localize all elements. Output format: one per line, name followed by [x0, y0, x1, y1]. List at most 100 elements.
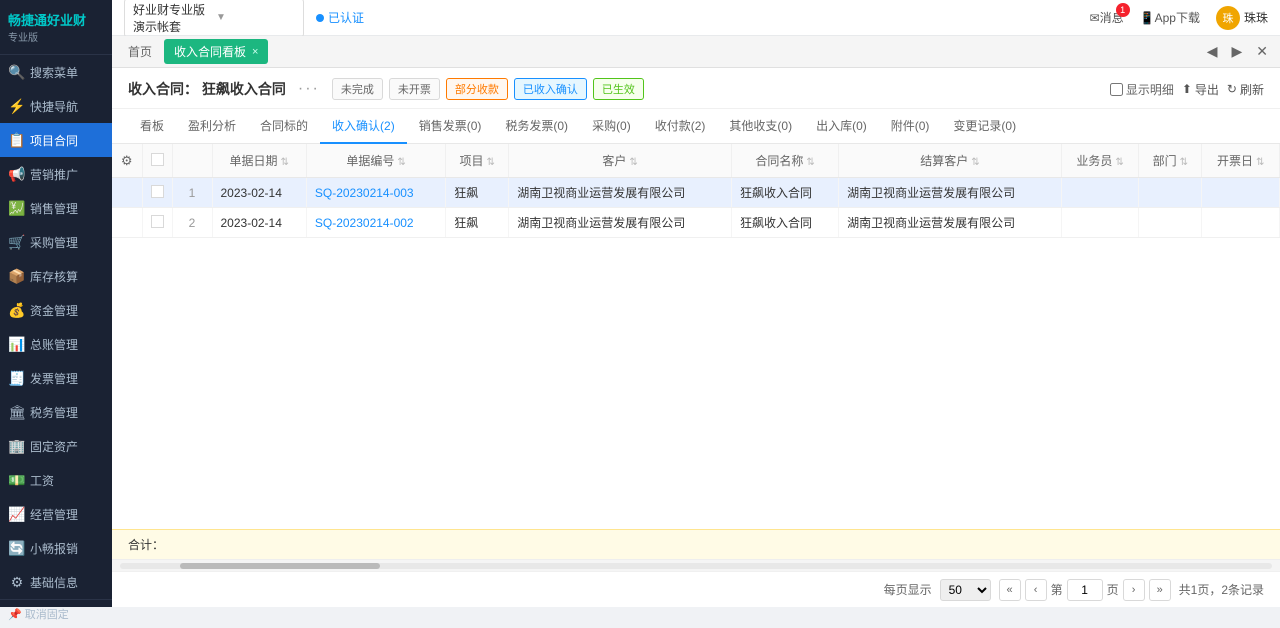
sidebar-item-0[interactable]: 🔍搜索菜单 [0, 55, 112, 89]
export-label: 导出 [1195, 81, 1219, 98]
pagination: 每页显示 2050100 « ‹ 第 页 › » 共1页，2条记录 [112, 571, 1280, 607]
sidebar-icon-9: 🧾 [8, 369, 26, 387]
show-detail-checkbox[interactable]: 显示明细 [1110, 81, 1174, 98]
current-page-input[interactable] [1067, 579, 1103, 601]
tab-home[interactable]: 首页 [120, 39, 160, 64]
sidebar-item-8[interactable]: 📊总账管理 [0, 327, 112, 361]
nav-prev-icon[interactable]: ◀ [1203, 41, 1222, 62]
show-detail-input[interactable] [1110, 83, 1123, 96]
sort-contractname-icon[interactable]: ⇅ [806, 157, 814, 168]
row-checkbox-0[interactable] [142, 178, 172, 208]
status-uninvoiced[interactable]: 未开票 [389, 78, 440, 100]
sidebar-label-2: 项目合同 [30, 132, 78, 149]
tab-home-label: 首页 [128, 45, 152, 59]
pagination-controls: « ‹ 第 页 › » [999, 579, 1171, 601]
sidebar-label-1: 快捷导航 [30, 98, 78, 115]
prev-page-button[interactable]: ‹ [1025, 579, 1047, 601]
row-checkbox-1[interactable] [142, 208, 172, 238]
main-area: 好业财专业版演示帐套 ▼ 已认证 ✉ 消息 1 📱 App下载 珠 珠珠 [112, 0, 1280, 607]
tab-income-contract[interactable]: 收入合同看板 × [164, 39, 268, 64]
sidebar-item-4[interactable]: 💹销售管理 [0, 191, 112, 225]
select-all-checkbox[interactable] [151, 153, 164, 166]
sidebar-item-12[interactable]: 💵工资 [0, 463, 112, 497]
sidebar-label-13: 经营管理 [30, 506, 78, 523]
sort-salesperson-icon[interactable]: ⇅ [1115, 157, 1123, 168]
sub-tab-9[interactable]: 出入库(0) [804, 109, 879, 144]
status-effective[interactable]: 已生效 [593, 78, 644, 100]
sort-project-icon[interactable]: ⇅ [487, 157, 495, 168]
sub-tab-5[interactable]: 税务发票(0) [493, 109, 580, 144]
table-row[interactable]: 2 2023-02-14 SQ-20230214-002 狂飙 湖南卫视商业运营… [112, 208, 1280, 238]
status-partial[interactable]: 部分收款 [446, 78, 508, 100]
row-contractname-1: 狂飙收入合同 [731, 208, 838, 238]
row-orderno-1[interactable]: SQ-20230214-002 [306, 208, 445, 238]
row-opendate-0 [1202, 178, 1280, 208]
row-date-1: 2023-02-14 [212, 208, 306, 238]
app-selector[interactable]: 好业财专业版演示帐套 ▼ [124, 0, 304, 38]
row-contractname-0: 狂飙收入合同 [731, 178, 838, 208]
row-checkbox-input-1[interactable] [151, 215, 164, 228]
sidebar-item-9[interactable]: 🧾发票管理 [0, 361, 112, 395]
first-page-button[interactable]: « [999, 579, 1021, 601]
app-subtitle: 专业版 [8, 29, 104, 44]
row-setting-0 [112, 178, 142, 208]
nav-next-icon[interactable]: ▶ [1227, 41, 1246, 62]
sidebar-item-6[interactable]: 📦库存核算 [0, 259, 112, 293]
th-settle-customer: 结算客户⇅ [839, 144, 1062, 178]
status-confirmed[interactable]: 已收入确认 [514, 78, 587, 100]
sidebar-item-14[interactable]: 🔄小畅报销 [0, 531, 112, 565]
more-actions-button[interactable]: ··· [298, 80, 320, 98]
sidebar-item-1[interactable]: ⚡快捷导航 [0, 89, 112, 123]
sub-tab-1[interactable]: 盈利分析 [176, 109, 248, 144]
nav-close-icon[interactable]: ✕ [1252, 41, 1272, 62]
gear-icon[interactable]: ⚙ [121, 153, 133, 168]
row-orderno-0[interactable]: SQ-20230214-003 [306, 178, 445, 208]
unpin-button[interactable]: 📌 取消固定 [0, 599, 112, 628]
last-page-button[interactable]: » [1149, 579, 1171, 601]
sidebar-item-7[interactable]: 💰资金管理 [0, 293, 112, 327]
next-page-button[interactable]: › [1123, 579, 1145, 601]
row-customer-1: 湖南卫视商业运营发展有限公司 [509, 208, 732, 238]
sub-tab-8[interactable]: 其他收支(0) [717, 109, 804, 144]
close-icon[interactable]: × [252, 46, 258, 58]
row-checkbox-input-0[interactable] [151, 185, 164, 198]
sidebar: 畅捷通好业财 专业版 🔍搜索菜单⚡快捷导航📋项目合同📢营销推广💹销售管理🛒采购管… [0, 0, 112, 607]
order-no-link-0[interactable]: SQ-20230214-003 [315, 186, 414, 200]
horizontal-scrollbar[interactable] [112, 559, 1280, 571]
sort-orderno-icon[interactable]: ⇅ [397, 157, 405, 168]
sub-tab-10[interactable]: 附件(0) [879, 109, 942, 144]
sub-tab-7[interactable]: 收付款(2) [643, 109, 718, 144]
status-incomplete[interactable]: 未完成 [332, 78, 383, 100]
sidebar-item-5[interactable]: 🛒采购管理 [0, 225, 112, 259]
per-page-select[interactable]: 2050100 [940, 579, 991, 601]
sub-tab-4[interactable]: 销售发票(0) [407, 109, 494, 144]
app-name: 畅捷通好业财 [8, 10, 104, 29]
sub-tab-0[interactable]: 看板 [128, 109, 176, 144]
table-row[interactable]: 1 2023-02-14 SQ-20230214-003 狂飙 湖南卫视商业运营… [112, 178, 1280, 208]
sort-date-icon[interactable]: ⇅ [280, 157, 288, 168]
sidebar-item-10[interactable]: 🏛税务管理 [0, 395, 112, 429]
sort-settlecustomer-icon[interactable]: ⇅ [971, 157, 979, 168]
message-button[interactable]: ✉ 消息 1 [1090, 9, 1124, 26]
sidebar-item-11[interactable]: 🏢固定资产 [0, 429, 112, 463]
sub-tab-3[interactable]: 收入确认(2) [320, 109, 407, 144]
sub-tab-2[interactable]: 合同标的 [248, 109, 320, 144]
page-header-row: 收入合同： 狂飙收入合同 ··· 未完成 未开票 部分收款 已收入确认 已生效 … [128, 78, 1264, 100]
export-button[interactable]: ⬆ 导出 [1182, 81, 1219, 98]
user-area[interactable]: 珠 珠珠 [1216, 6, 1268, 30]
sidebar-item-15[interactable]: ⚙基础信息 [0, 565, 112, 599]
sidebar-item-13[interactable]: 📈经营管理 [0, 497, 112, 531]
refresh-button[interactable]: ↻ 刷新 [1227, 81, 1264, 98]
sidebar-icon-12: 💵 [8, 471, 26, 489]
order-no-link-1[interactable]: SQ-20230214-002 [315, 216, 414, 230]
scrollbar-thumb[interactable] [180, 563, 380, 569]
sort-customer-icon[interactable]: ⇅ [629, 157, 637, 168]
sidebar-item-3[interactable]: 📢营销推广 [0, 157, 112, 191]
sub-tab-11[interactable]: 变更记录(0) [941, 109, 1028, 144]
sort-opendate-icon[interactable]: ⇅ [1256, 157, 1264, 168]
app-download-button[interactable]: 📱 App下载 [1140, 9, 1200, 26]
sidebar-label-9: 发票管理 [30, 370, 78, 387]
sort-department-icon[interactable]: ⇅ [1180, 157, 1188, 168]
sub-tab-6[interactable]: 采购(0) [580, 109, 643, 144]
sidebar-item-2[interactable]: 📋项目合同 [0, 123, 112, 157]
